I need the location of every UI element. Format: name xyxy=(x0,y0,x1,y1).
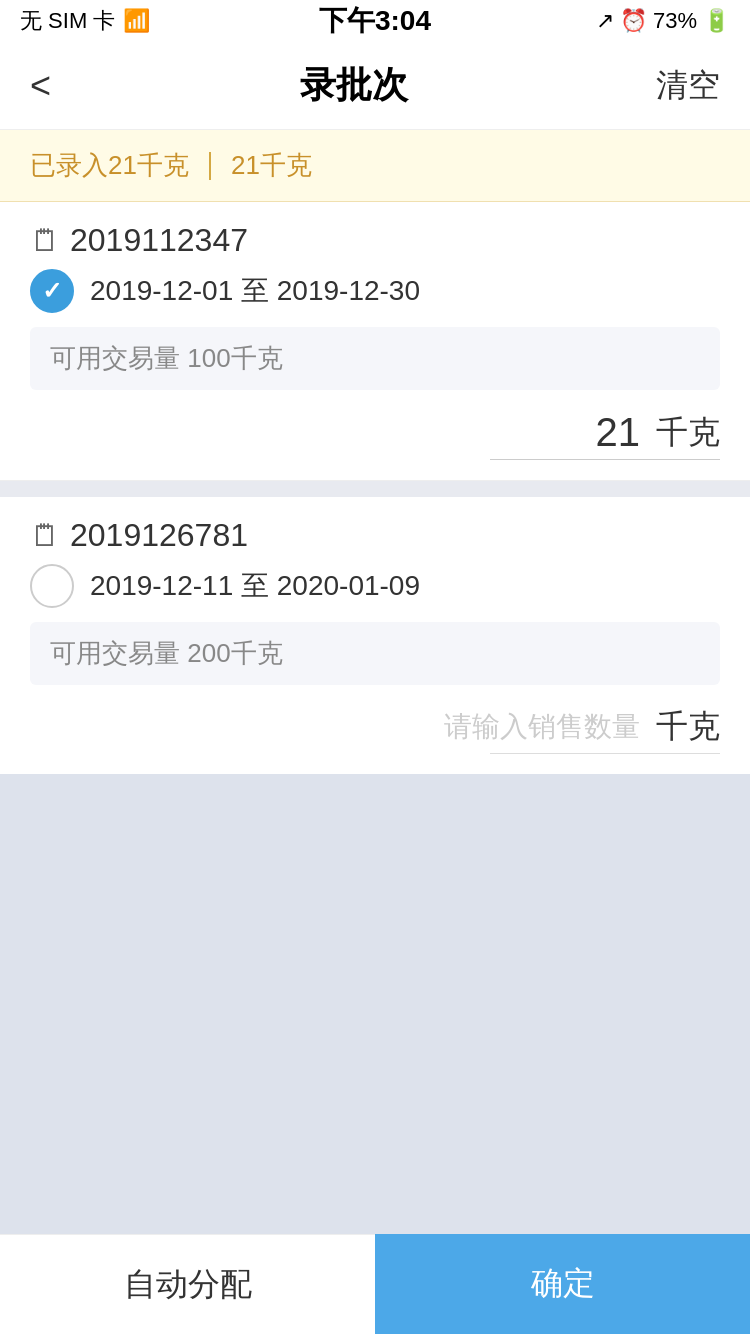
carrier-text: 无 SIM 卡 xyxy=(20,6,115,36)
batch-1-date-row: 2019-12-01 至 2019-12-30 xyxy=(30,269,720,313)
info-banner: 已录入21千克 21千克 xyxy=(0,130,750,202)
batch-2-input-placeholder[interactable]: 请输入销售数量 xyxy=(444,708,640,746)
auto-distribute-button[interactable]: 自动分配 xyxy=(0,1234,375,1334)
batch-1-header: 🗒 2019112347 xyxy=(30,222,720,259)
batch-card-1: 🗒 2019112347 2019-12-01 至 2019-12-30 可用交… xyxy=(0,202,750,390)
info-divider xyxy=(209,152,211,180)
batch-1-availability-text: 可用交易量 100千克 xyxy=(50,343,283,373)
batch-2-date: 2019-12-11 至 2020-01-09 xyxy=(90,567,420,605)
batch-2-date-row: 2019-12-11 至 2020-01-09 xyxy=(30,564,720,608)
batch-1-quantity-value[interactable]: 21 xyxy=(596,410,641,455)
wifi-icon: 📶 xyxy=(123,8,150,34)
batch-1-date: 2019-12-01 至 2019-12-30 xyxy=(90,272,420,310)
location-icon: ↗ xyxy=(596,8,614,34)
status-right: ↗ ⏰ 73% 🔋 xyxy=(596,8,730,34)
batch-2-availability: 可用交易量 200千克 xyxy=(30,622,720,685)
status-time: 下午3:04 xyxy=(319,2,431,40)
batch-2-header: 🗒 2019126781 xyxy=(30,517,720,554)
status-bar: 无 SIM 卡 📶 下午3:04 ↗ ⏰ 73% 🔋 xyxy=(0,0,750,42)
batch-2-id: 2019126781 xyxy=(70,517,248,554)
page-title: 录批次 xyxy=(300,61,408,110)
batch-card-2: 🗒 2019126781 2019-12-11 至 2020-01-09 可用交… xyxy=(0,497,750,685)
battery-icon: 🔋 xyxy=(703,8,730,34)
batch-2-input-wrapper: 请输入销售数量 千克 xyxy=(444,705,720,754)
section-divider xyxy=(0,481,750,497)
batch-1-unit: 千克 xyxy=(656,411,720,455)
batch-1-quantity-wrapper: 21 千克 xyxy=(490,410,720,460)
batch-1-underline xyxy=(490,459,720,460)
batch-1-id: 2019112347 xyxy=(70,222,248,259)
batch-2-input-underline xyxy=(490,753,720,754)
batch-2-unit: 千克 xyxy=(656,705,720,749)
bottom-bar: 自动分配 确定 xyxy=(0,1234,750,1334)
batch-2-radio[interactable] xyxy=(30,564,74,608)
back-button[interactable]: < xyxy=(30,65,51,107)
status-left: 无 SIM 卡 📶 xyxy=(20,6,150,36)
batch-1-quantity-line: 21 千克 xyxy=(596,410,721,455)
nav-bar: < 录批次 清空 xyxy=(0,42,750,130)
clear-button[interactable]: 清空 xyxy=(656,64,720,108)
alarm-icon: ⏰ xyxy=(620,8,647,34)
batch-1-icon: 🗒 xyxy=(30,224,60,258)
info-label: 已录入21千克 xyxy=(30,148,189,183)
batch-2-availability-text: 可用交易量 200千克 xyxy=(50,638,283,668)
batch-2-input-line: 请输入销售数量 千克 xyxy=(444,705,720,749)
batch-1-quantity-row: 21 千克 xyxy=(0,390,750,481)
batch-2-icon: 🗒 xyxy=(30,519,60,553)
batch-1-radio[interactable] xyxy=(30,269,74,313)
batch-2-input-section: 请输入销售数量 千克 xyxy=(0,685,750,774)
content-area: 🗒 2019112347 2019-12-01 至 2019-12-30 可用交… xyxy=(0,202,750,1334)
info-value: 21千克 xyxy=(231,148,312,183)
battery-text: 73% xyxy=(653,8,697,34)
confirm-button[interactable]: 确定 xyxy=(375,1234,750,1334)
batch-1-availability: 可用交易量 100千克 xyxy=(30,327,720,390)
